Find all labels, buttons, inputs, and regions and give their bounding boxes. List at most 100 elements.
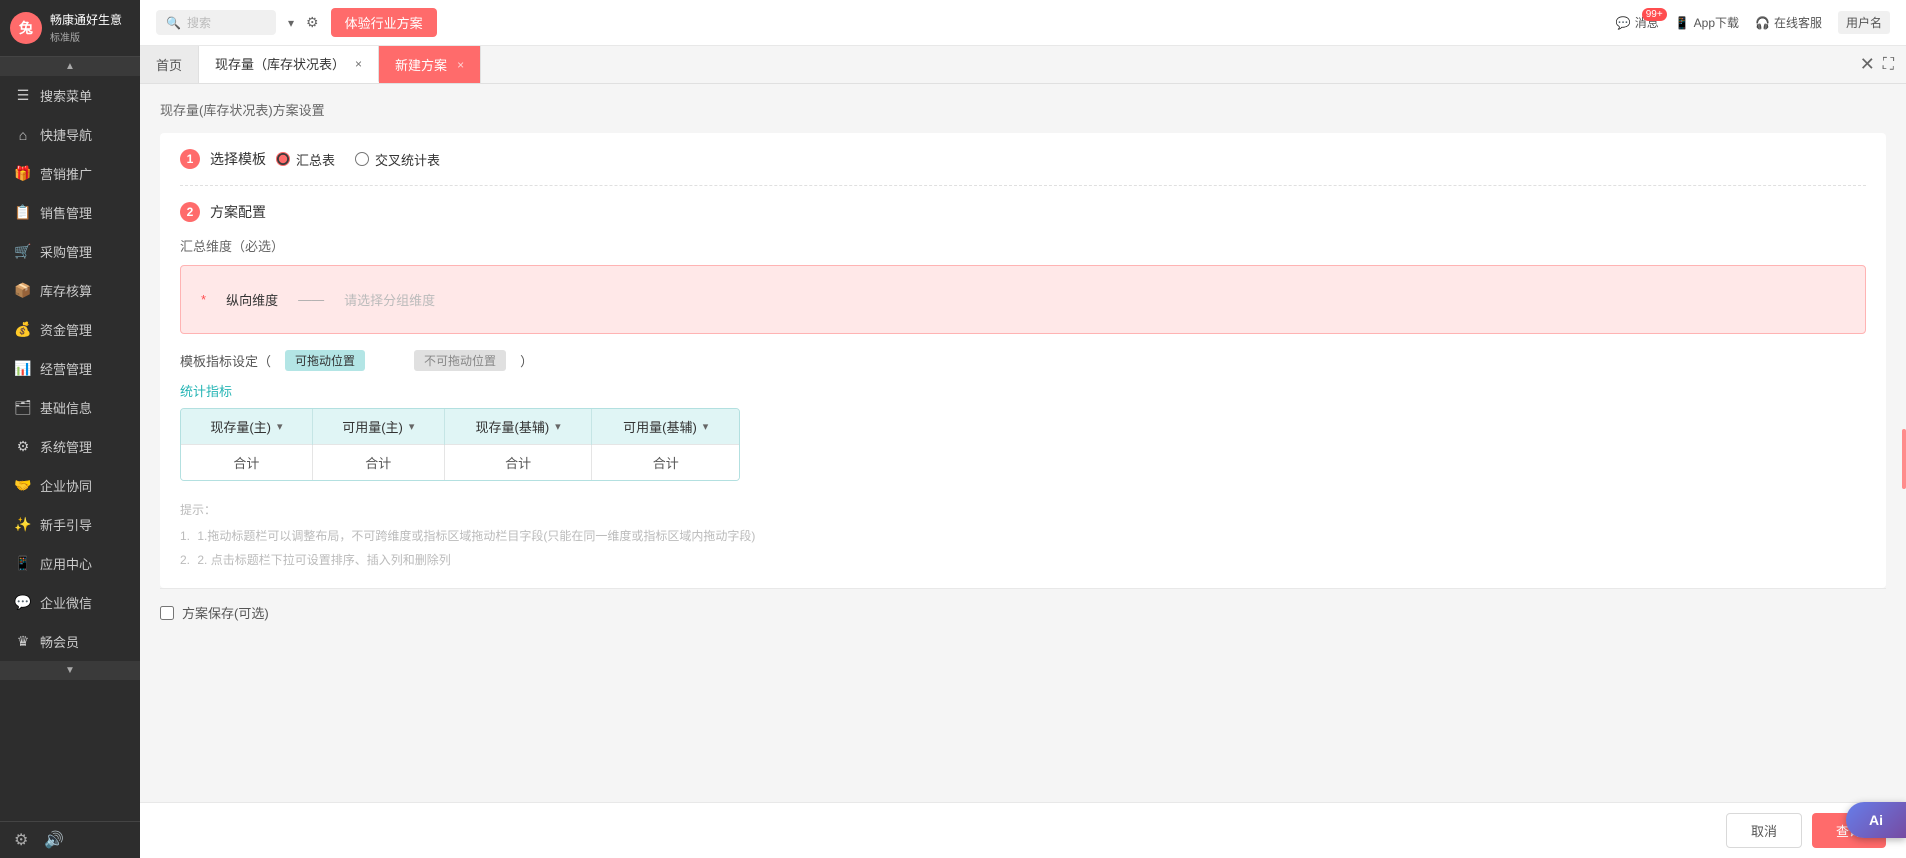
- radio-cross-label: 交叉统计表: [375, 150, 440, 169]
- th-current-main[interactable]: 现存量(主) ▾: [181, 409, 312, 445]
- topbar-service[interactable]: 🎧 在线客服: [1755, 14, 1822, 31]
- dimension-name-label: 纵向维度: [226, 290, 278, 309]
- home-icon: ⌂: [14, 126, 32, 144]
- gift-icon: 🎁: [14, 165, 32, 183]
- topbar-msg[interactable]: 💬 消息 99+: [1616, 14, 1659, 31]
- sidebar-item-inventory[interactable]: 📦 库存核算: [0, 271, 140, 310]
- th-current-main-chevron[interactable]: ▾: [277, 420, 283, 433]
- app-logo: 兔 畅康通好生意 标准版: [0, 0, 140, 57]
- sidebar-item-purchase[interactable]: 🛒 采购管理: [0, 232, 140, 271]
- sidebar-item-operation[interactable]: 📊 经营管理: [0, 349, 140, 388]
- sidebar-item-system[interactable]: ⚙ 系统管理: [0, 427, 140, 466]
- new-guide-icon: ✨: [14, 516, 32, 534]
- sidebar-item-new-guide[interactable]: ✨ 新手引导: [0, 505, 140, 544]
- dimension-required-mark: *: [201, 292, 206, 307]
- topbar: 🔍 搜索 ▾ ⚙ 体验行业方案 💬 消息 99+ 📱 App下载 🎧 在线客服 …: [140, 0, 1906, 46]
- indicator-setting-row: 模板指标设定（ 可拖动位置 不可拖动位置 ）: [180, 350, 1866, 371]
- th-available-aux[interactable]: 可用量(基辅) ▾: [592, 409, 739, 445]
- sidebar-item-finance[interactable]: 💰 资金管理: [0, 310, 140, 349]
- sidebar-item-label: 采购管理: [40, 242, 92, 261]
- topbar-search[interactable]: 🔍 搜索: [156, 10, 276, 35]
- radio-cross-input[interactable]: [355, 152, 369, 166]
- radio-summary[interactable]: 汇总表: [276, 150, 335, 169]
- purchase-icon: 🛒: [14, 243, 32, 261]
- draggable-chip: 可拖动位置: [285, 350, 365, 371]
- member-icon: ♛: [14, 633, 32, 651]
- sidebar-item-label: 企业协同: [40, 476, 92, 495]
- sidebar-item-cooperation[interactable]: 🤝 企业协同: [0, 466, 140, 505]
- sidebar-item-wechat[interactable]: 💬 企业微信: [0, 583, 140, 622]
- th-available-main-chevron[interactable]: ▾: [409, 420, 415, 433]
- hints-area: 提示： 1. 1.拖动标题栏可以调整布局，不可跨维度或指标区域拖动栏目字段(只能…: [180, 498, 1866, 572]
- msg-icon: 💬: [1616, 16, 1631, 30]
- sidebar-item-app-center[interactable]: 📱 应用中心: [0, 544, 140, 583]
- sidebar-item-label: 经营管理: [40, 359, 92, 378]
- tab-home[interactable]: 首页: [140, 46, 199, 83]
- sidebar-scroll-up[interactable]: ▲: [0, 57, 140, 76]
- dimension-area[interactable]: * 纵向维度 —— 请选择分组维度: [180, 265, 1866, 334]
- sidebar-item-marketing[interactable]: 🎁 营销推广: [0, 154, 140, 193]
- sidebar: 兔 畅康通好生意 标准版 ▲ ☰ 搜索菜单 ⌂ 快捷导航 🎁 营销推广 📋 销售…: [0, 0, 140, 858]
- system-icon: ⚙: [14, 438, 32, 456]
- close-window-icon[interactable]: ✕: [1860, 54, 1875, 75]
- step1-header: 1 选择模板 汇总表 交叉统计表: [180, 149, 1866, 169]
- sidebar-item-quick-nav[interactable]: ⌂ 快捷导航: [0, 115, 140, 154]
- th-current-aux-chevron[interactable]: ▾: [555, 420, 561, 433]
- table-row: 合计 合计 合计 合计: [181, 445, 739, 481]
- topbar-gear-icon[interactable]: ⚙: [306, 14, 319, 31]
- stats-table: 现存量(主) ▾ 可用量(主) ▾: [181, 409, 739, 480]
- sidebar-item-label: 企业微信: [40, 593, 92, 612]
- ai-label: Ai: [1869, 812, 1883, 828]
- stats-section-title: 统计指标: [180, 381, 1866, 400]
- topbar-right: 💬 消息 99+ 📱 App下载 🎧 在线客服 用户名: [1616, 11, 1890, 34]
- topbar-app-download[interactable]: 📱 App下载: [1675, 14, 1739, 31]
- trial-btn[interactable]: 体验行业方案: [331, 8, 437, 37]
- sidebar-item-sales[interactable]: 📋 销售管理: [0, 193, 140, 232]
- indicator-setting-label: 模板指标设定（: [180, 351, 271, 370]
- sidebar-scroll-down[interactable]: ▼: [0, 661, 140, 680]
- wechat-icon: 💬: [14, 594, 32, 612]
- indicator-end: ）: [520, 351, 533, 370]
- step1-badge: 1: [180, 149, 200, 169]
- cell-0-2: 合计: [444, 445, 592, 481]
- action-bar: 取消 查询: [140, 802, 1906, 858]
- settings-icon[interactable]: ⚙: [14, 830, 28, 850]
- sidebar-item-label: 快捷导航: [40, 125, 92, 144]
- dimension-placeholder: 请选择分组维度: [344, 290, 435, 309]
- tab-new-scheme[interactable]: 新建方案 ×: [379, 46, 481, 83]
- sidebar-item-label: 应用中心: [40, 554, 92, 573]
- topbar-user[interactable]: 用户名: [1838, 11, 1890, 34]
- tab-new-scheme-close[interactable]: ×: [457, 58, 464, 72]
- th-current-aux[interactable]: 现存量(基辅) ▾: [444, 409, 592, 445]
- sidebar-item-label: 新手引导: [40, 515, 92, 534]
- footer-save-section: 方案保存(可选): [160, 588, 1886, 636]
- phone-icon: 📱: [1675, 16, 1690, 30]
- indicator-sep: [383, 351, 396, 370]
- sidebar-item-base-info[interactable]: 🗂 基础信息: [0, 388, 140, 427]
- tab-inventory-status[interactable]: 现存量（库存状况表） ×: [199, 46, 379, 83]
- save-scheme-label: 方案保存(可选): [182, 603, 269, 622]
- audio-icon[interactable]: 🔊: [44, 830, 64, 850]
- radio-cross[interactable]: 交叉统计表: [355, 150, 440, 169]
- tab-inventory-close[interactable]: ×: [355, 57, 362, 71]
- operation-icon: 📊: [14, 360, 32, 378]
- tabbar: 首页 现存量（库存状况表） × 新建方案 × ✕ ⛶: [140, 46, 1906, 84]
- radio-summary-input[interactable]: [276, 152, 290, 166]
- sidebar-item-label: 基础信息: [40, 398, 92, 417]
- save-scheme-checkbox[interactable]: [160, 606, 174, 620]
- th-available-aux-chevron[interactable]: ▾: [703, 420, 709, 433]
- ai-float-button[interactable]: Ai: [1846, 802, 1906, 838]
- dimension-dash: ——: [298, 292, 324, 307]
- service-label: 在线客服: [1774, 14, 1822, 31]
- search-menu-icon: ☰: [14, 87, 32, 105]
- cancel-button[interactable]: 取消: [1726, 813, 1802, 848]
- sidebar-item-search-menu[interactable]: ☰ 搜索菜单: [0, 76, 140, 115]
- th-available-main[interactable]: 可用量(主) ▾: [312, 409, 444, 445]
- expand-icon[interactable]: ⛶: [1883, 56, 1894, 74]
- sidebar-item-member[interactable]: ♛ 畅会员: [0, 622, 140, 661]
- sidebar-bottom: ⚙ 🔊: [0, 821, 140, 858]
- topbar-dropdown[interactable]: ▾: [288, 16, 294, 30]
- right-scroll-indicator[interactable]: [1902, 429, 1906, 489]
- th-current-main-label: 现存量(主): [210, 417, 271, 436]
- app-label: App下载: [1694, 14, 1739, 31]
